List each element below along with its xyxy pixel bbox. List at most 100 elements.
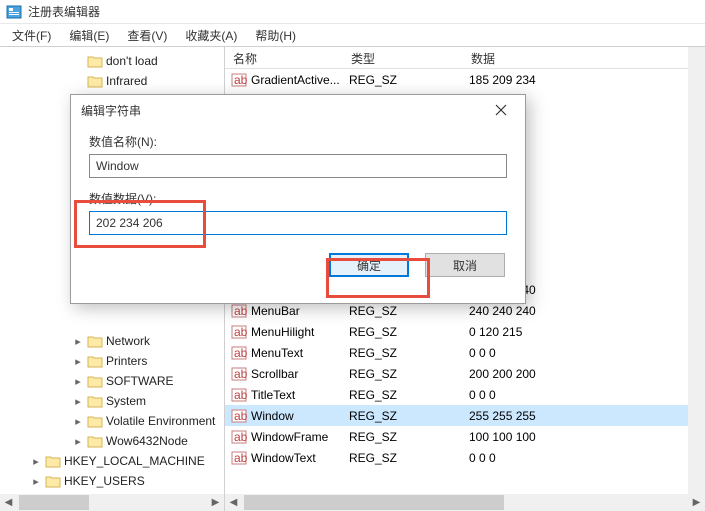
folder-icon — [87, 74, 103, 88]
tree-item[interactable]: Infrared — [106, 74, 147, 88]
edit-string-dialog: 编辑字符串 数值名称(N): 数值数据(V): 确定 取消 — [70, 94, 526, 304]
value-name: GradientActive... — [251, 73, 340, 87]
cancel-button[interactable]: 取消 — [425, 253, 505, 277]
scroll-right-icon[interactable]: ▶ — [688, 494, 705, 511]
list-row[interactable]: abTitleTextREG_SZ0 0 0 — [225, 384, 705, 405]
tree-hscrollbar[interactable]: ◀ ▶ — [0, 494, 224, 511]
svg-text:ab: ab — [234, 304, 247, 318]
value-name-input[interactable] — [89, 154, 507, 178]
tree-item[interactable]: HKEY_USERS — [64, 474, 145, 488]
tree-item[interactable]: HKEY_LOCAL_MACHINE — [64, 454, 205, 468]
expand-icon[interactable]: ▸ — [72, 375, 84, 388]
list-row[interactable]: abWindowTextREG_SZ0 0 0 — [225, 447, 705, 468]
scroll-right-icon[interactable]: ▶ — [207, 494, 224, 511]
value-name: MenuText — [251, 346, 303, 360]
reg-string-icon: ab — [231, 408, 247, 424]
tree-item[interactable]: don't load — [106, 54, 158, 68]
folder-icon — [45, 474, 61, 488]
dialog-titlebar: 编辑字符串 — [71, 95, 525, 125]
value-name: MenuBar — [251, 304, 300, 318]
value-type: REG_SZ — [343, 388, 463, 402]
col-name[interactable]: 名称 — [225, 47, 343, 68]
folder-icon — [45, 454, 61, 468]
value-name: Window — [251, 409, 294, 423]
value-type: REG_SZ — [343, 304, 463, 318]
menu-edit[interactable]: 编辑(E) — [61, 25, 117, 46]
reg-string-icon: ab — [231, 303, 247, 319]
list-row[interactable]: abScrollbarREG_SZ200 200 200 — [225, 363, 705, 384]
col-data[interactable]: 数据 — [463, 47, 705, 68]
list-row[interactable]: abMenuHilightREG_SZ0 120 215 — [225, 321, 705, 342]
expand-icon[interactable]: ▸ — [72, 335, 84, 348]
menubar: 文件(F) 编辑(E) 查看(V) 收藏夹(A) 帮助(H) — [0, 24, 705, 46]
value-type: REG_SZ — [343, 409, 463, 423]
value-data: 185 209 234 — [463, 73, 705, 87]
menu-favorites[interactable]: 收藏夹(A) — [177, 25, 245, 46]
list-row[interactable]: ab MenuText REG_SZ0 0 0 — [225, 342, 705, 363]
reg-string-icon: ab — [231, 429, 247, 445]
ok-button[interactable]: 确定 — [329, 253, 409, 277]
list-vscrollbar[interactable] — [688, 47, 705, 494]
value-data: 100 100 100 — [463, 430, 705, 444]
value-data: 200 200 200 — [463, 367, 705, 381]
value-type: REG_SZ — [343, 430, 463, 444]
tree-item[interactable]: Volatile Environment — [106, 414, 215, 428]
svg-text:ab: ab — [234, 325, 247, 339]
reg-string-icon: ab — [231, 450, 247, 466]
tree-item[interactable]: Printers — [106, 354, 147, 368]
app-title: 注册表编辑器 — [28, 3, 100, 20]
value-data: 0 0 0 — [463, 346, 705, 360]
reg-string-icon: ab — [231, 324, 247, 340]
tree-item[interactable]: Network — [106, 334, 150, 348]
reg-string-icon: ab — [231, 366, 247, 382]
expand-icon[interactable]: ▸ — [72, 435, 84, 448]
folder-icon — [87, 54, 103, 68]
scroll-thumb[interactable] — [19, 495, 89, 510]
value-data: 255 255 255 — [463, 409, 705, 423]
reg-string-icon: ab — [231, 345, 247, 361]
list-row[interactable]: abGradientActive...REG_SZ185 209 234 — [225, 69, 705, 90]
scroll-left-icon[interactable]: ◀ — [225, 494, 242, 511]
close-icon — [495, 104, 507, 116]
value-data-label: 数值数据(V): — [89, 190, 507, 207]
svg-text:ab: ab — [234, 451, 247, 465]
value-type: REG_SZ — [343, 451, 463, 465]
reg-string-icon: ab — [231, 387, 247, 403]
tree-item[interactable]: SOFTWARE — [106, 374, 174, 388]
col-type[interactable]: 类型 — [343, 47, 463, 68]
value-name: MenuHilight — [251, 325, 314, 339]
svg-text:ab: ab — [234, 409, 247, 423]
value-data-input[interactable] — [89, 211, 507, 235]
value-data: 240 240 240 — [463, 304, 705, 318]
menu-file[interactable]: 文件(F) — [4, 25, 59, 46]
svg-text:ab: ab — [234, 367, 247, 381]
value-data: 0 120 215 — [463, 325, 705, 339]
folder-icon — [87, 394, 103, 408]
svg-text:ab: ab — [234, 388, 247, 402]
tree-item[interactable]: System — [106, 394, 146, 408]
close-button[interactable] — [485, 98, 517, 122]
svg-text:ab: ab — [234, 346, 247, 360]
folder-icon — [87, 334, 103, 348]
value-name: WindowFrame — [251, 430, 328, 444]
expand-icon[interactable]: ▸ — [30, 475, 42, 488]
expand-icon[interactable]: ▸ — [72, 415, 84, 428]
titlebar: 注册表编辑器 — [0, 0, 705, 24]
expand-icon[interactable]: ▸ — [72, 395, 84, 408]
value-type: REG_SZ — [343, 346, 463, 360]
scroll-left-icon[interactable]: ◀ — [0, 494, 17, 511]
tree-item[interactable]: Wow6432Node — [106, 434, 188, 448]
menu-view[interactable]: 查看(V) — [119, 25, 175, 46]
list-row[interactable]: ab WindowFrame REG_SZ100 100 100 — [225, 426, 705, 447]
scroll-thumb[interactable] — [244, 495, 504, 510]
value-name: Scrollbar — [251, 367, 298, 381]
list-row[interactable]: ab Window REG_SZ255 255 255 — [225, 405, 705, 426]
regedit-app-icon — [6, 4, 22, 20]
value-name: TitleText — [251, 388, 295, 402]
folder-icon — [87, 434, 103, 448]
expand-icon[interactable]: ▸ — [72, 355, 84, 368]
list-hscrollbar[interactable]: ◀ ▶ — [225, 494, 705, 511]
expand-icon[interactable]: ▸ — [30, 455, 42, 468]
menu-help[interactable]: 帮助(H) — [247, 25, 304, 46]
dialog-title: 编辑字符串 — [81, 102, 141, 119]
